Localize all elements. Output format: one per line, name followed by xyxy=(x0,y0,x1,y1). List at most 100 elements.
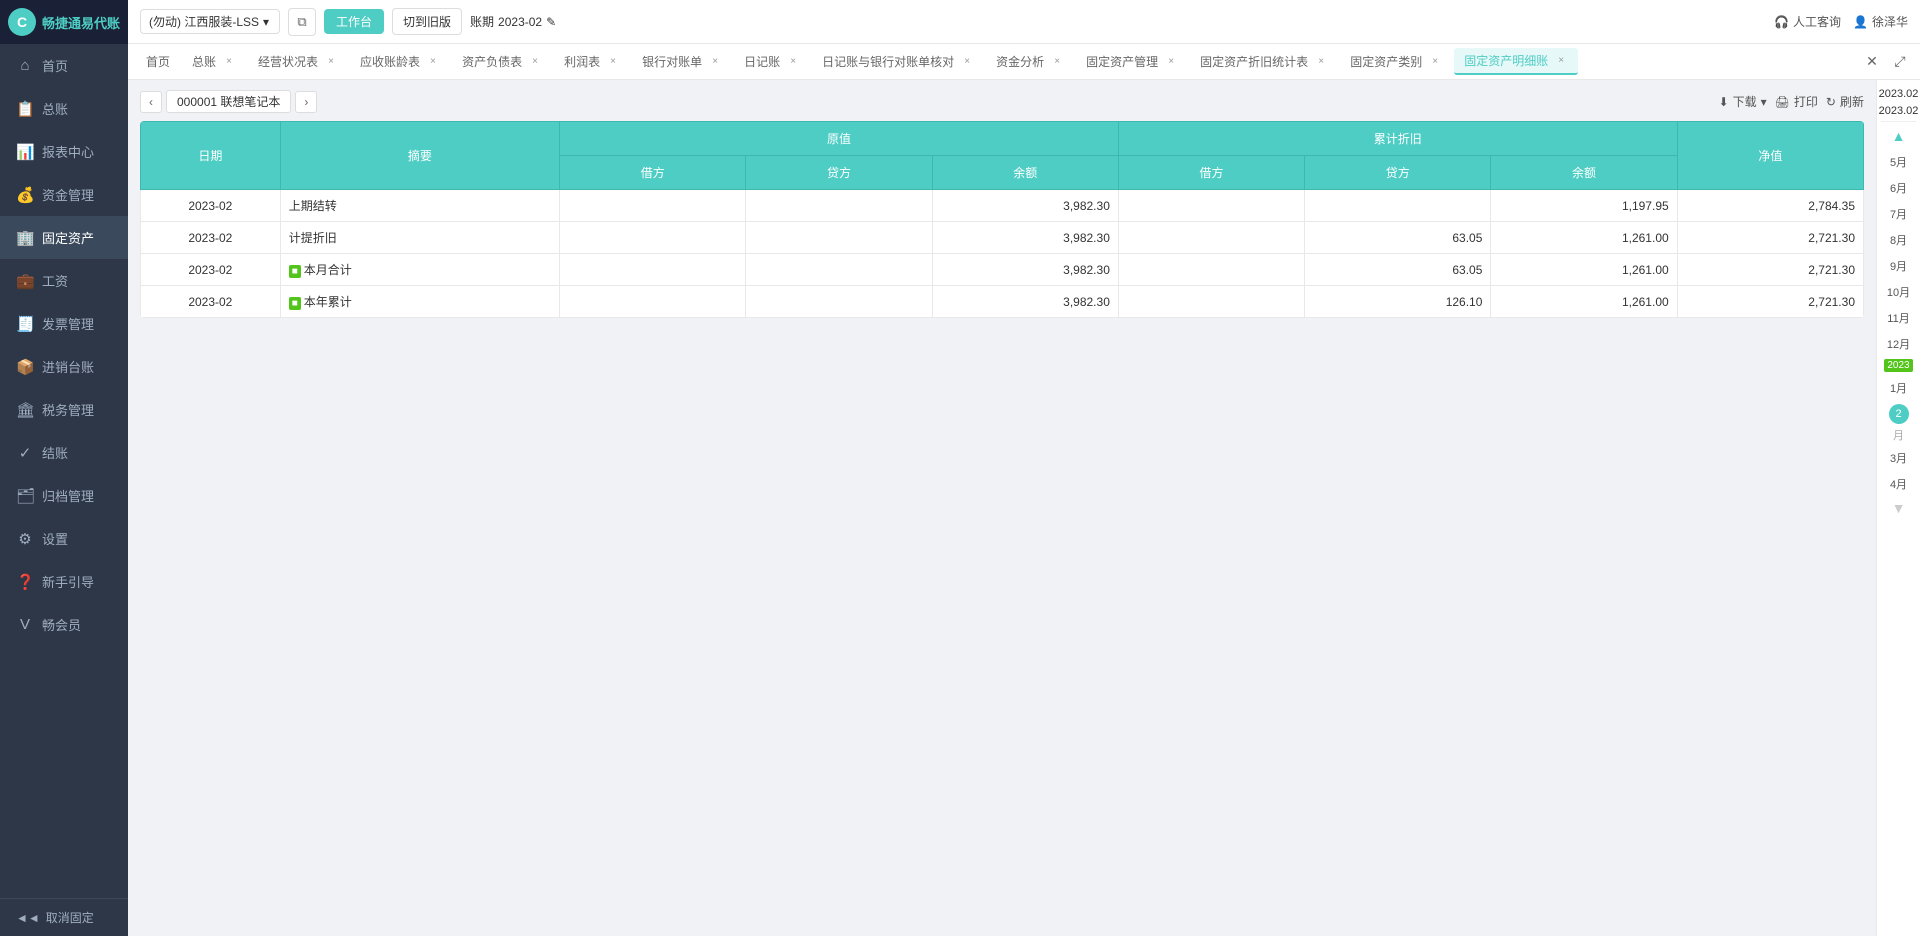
next-asset-button[interactable]: › xyxy=(295,91,317,113)
tab-应收账龄表[interactable]: 应收账龄表 × xyxy=(350,49,450,74)
sidebar-item-税务管理[interactable]: 🏛税务管理 xyxy=(0,388,128,431)
sidebar-icon: 📋 xyxy=(16,100,34,118)
tab-label: 日记账 xyxy=(744,53,780,70)
row-tag: ■ xyxy=(289,297,301,310)
sidebar-item-总账[interactable]: 📋总账 xyxy=(0,87,128,130)
human-service-button[interactable]: 🎧 人工客询 xyxy=(1774,13,1841,30)
month-9[interactable]: 9月 xyxy=(1877,253,1920,279)
sidebar-item-新手引导[interactable]: ❓新手引导 xyxy=(0,560,128,603)
workbench-button[interactable]: 工作台 xyxy=(324,9,384,34)
scroll-up-button[interactable]: ▲ xyxy=(1884,125,1914,147)
tab-日记账与银行对账单核对[interactable]: 日记账与银行对账单核对× xyxy=(812,49,984,74)
tab-close-icon[interactable]: × xyxy=(528,55,542,69)
maximize-button[interactable]: ⤢ xyxy=(1888,50,1912,74)
tab-close-icon[interactable]: × xyxy=(1554,54,1568,68)
pin-icon: ◄◄ xyxy=(16,911,40,925)
tab-close-icon[interactable]: × xyxy=(222,55,236,69)
cell-date: 2023-02 xyxy=(141,286,281,318)
close-tab-button[interactable]: ✕ xyxy=(1860,50,1884,74)
tab-label: 总账 xyxy=(192,53,216,70)
sidebar-logo: C 畅捷通易代账 xyxy=(0,0,128,44)
sidebar-item-固定资产[interactable]: 🏢固定资产 xyxy=(0,216,128,259)
switch-version-button[interactable]: 切到旧版 xyxy=(392,8,462,35)
th-net-value: 净值 xyxy=(1677,122,1863,190)
cell-orig-debit xyxy=(560,222,746,254)
tab-固定资产管理[interactable]: 固定资产管理× xyxy=(1076,49,1188,74)
sidebar-item-首页[interactable]: ⌂首页 xyxy=(0,44,128,87)
sidebar-item-进销台账[interactable]: 📦进销台账 xyxy=(0,345,128,388)
scroll-down-button[interactable]: ▼ xyxy=(1884,497,1914,519)
tab-label: 经营状况表 xyxy=(258,53,318,70)
tab-close-icon[interactable]: × xyxy=(1164,55,1178,69)
sidebar-item-结账[interactable]: ✓结账 xyxy=(0,431,128,474)
cell-dep-debit xyxy=(1118,222,1304,254)
tab-close-icon[interactable]: × xyxy=(960,55,974,69)
refresh-icon: ↻ xyxy=(1826,95,1836,109)
tab-利润表[interactable]: 利润表× xyxy=(554,49,630,74)
tab-close-icon[interactable]: × xyxy=(708,55,722,69)
tab-close-icon[interactable]: × xyxy=(426,55,440,69)
tab-银行对账单[interactable]: 银行对账单 × xyxy=(632,49,732,74)
sidebar-label: 税务管理 xyxy=(42,400,94,419)
tab-资产负债表[interactable]: 资产负债表× xyxy=(452,49,552,74)
month-11[interactable]: 11月 xyxy=(1877,305,1920,331)
tab-label: 应收账龄表 xyxy=(360,53,420,70)
prev-asset-button[interactable]: ‹ xyxy=(140,91,162,113)
cell-dep-credit: 126.10 xyxy=(1305,286,1491,318)
tab-资金分析[interactable]: 资金分析× xyxy=(986,49,1074,74)
row-tag: ■ xyxy=(289,265,301,278)
sidebar-icon: 🧾 xyxy=(16,315,34,333)
month-7[interactable]: 7月 xyxy=(1877,201,1920,227)
tab-close-icon[interactable]: × xyxy=(606,55,620,69)
tab-close-icon[interactable]: × xyxy=(324,55,338,69)
company-selector[interactable]: (勿动) 江西服装-LSS ▾ xyxy=(140,9,280,34)
tab-label: 银行对账单 xyxy=(642,53,702,70)
tab-总账[interactable]: 总账 × xyxy=(182,49,246,74)
month-8[interactable]: 8月 xyxy=(1877,227,1920,253)
tab-label: 首页 xyxy=(146,53,170,70)
asset-label[interactable]: 000001 联想笔记本 xyxy=(166,90,291,113)
tab-日记账[interactable]: 日记账 × xyxy=(734,49,810,74)
month-5[interactable]: 5月 xyxy=(1877,149,1920,175)
tab-close-icon[interactable]: × xyxy=(1428,55,1442,69)
tab-首页[interactable]: 首页 xyxy=(136,49,180,74)
cell-summary: 上期结转 xyxy=(280,190,559,222)
sidebar-item-畅会员[interactable]: V畅会员 xyxy=(0,603,128,646)
month-10[interactable]: 10月 xyxy=(1877,279,1920,305)
user-info-button[interactable]: 👤 徐泽华 xyxy=(1853,13,1908,30)
cell-orig-debit xyxy=(560,254,746,286)
month-1[interactable]: 1月 xyxy=(1877,375,1920,401)
month-2-active[interactable]: 2 xyxy=(1889,404,1909,424)
sidebar-item-设置[interactable]: ⚙设置 xyxy=(0,517,128,560)
month-6[interactable]: 6月 xyxy=(1877,175,1920,201)
copy-button[interactable]: ⧉ xyxy=(288,8,316,36)
sub-nav: ‹ 000001 联想笔记本 › ⬇ 下载 ▾ 🖨 打印 ↻ 刷新 xyxy=(140,90,1864,113)
right-panel-date-top1[interactable]: 2023.02 xyxy=(1877,84,1920,101)
refresh-button[interactable]: ↻ 刷新 xyxy=(1826,93,1864,110)
tab-label: 固定资产类别 xyxy=(1350,53,1422,70)
tab-close-icon[interactable]: × xyxy=(1314,55,1328,69)
sidebar-item-工资[interactable]: 💼工资 xyxy=(0,259,128,302)
right-panel-date-top2[interactable]: 2023.02 xyxy=(1877,101,1920,118)
sidebar-item-报表中心[interactable]: 📊报表中心 xyxy=(0,130,128,173)
sidebar-label: 固定资产 xyxy=(42,228,94,247)
sidebar-unpin-button[interactable]: ◄◄ 取消固定 xyxy=(0,898,128,936)
tab-固定资产类别[interactable]: 固定资产类别 × xyxy=(1340,49,1452,74)
tab-close-icon[interactable]: × xyxy=(786,55,800,69)
month-4[interactable]: 4月 xyxy=(1877,471,1920,497)
sidebar-item-发票管理[interactable]: 🧾发票管理 xyxy=(0,302,128,345)
tab-经营状况表[interactable]: 经营状况表 × xyxy=(248,49,348,74)
sidebar-item-归档管理[interactable]: 🗂归档管理 xyxy=(0,474,128,517)
tab-固定资产折旧统计表[interactable]: 固定资产折旧统计表× xyxy=(1190,49,1338,74)
month-3[interactable]: 3月 xyxy=(1877,445,1920,471)
download-button[interactable]: ⬇ 下载 ▾ xyxy=(1719,93,1767,110)
sidebar-label: 首页 xyxy=(42,56,68,75)
month-12[interactable]: 12月 xyxy=(1877,331,1920,357)
sidebar-item-资金管理[interactable]: 💰资金管理 xyxy=(0,173,128,216)
cell-net-value: 2,721.30 xyxy=(1677,286,1863,318)
tab-close-icon[interactable]: × xyxy=(1050,55,1064,69)
tab-固定资产明细账[interactable]: 固定资产明细账× xyxy=(1454,48,1578,75)
print-button[interactable]: 🖨 打印 xyxy=(1775,93,1818,110)
sidebar-label: 设置 xyxy=(42,529,68,548)
period-edit-icon[interactable]: ✎ xyxy=(546,15,556,29)
